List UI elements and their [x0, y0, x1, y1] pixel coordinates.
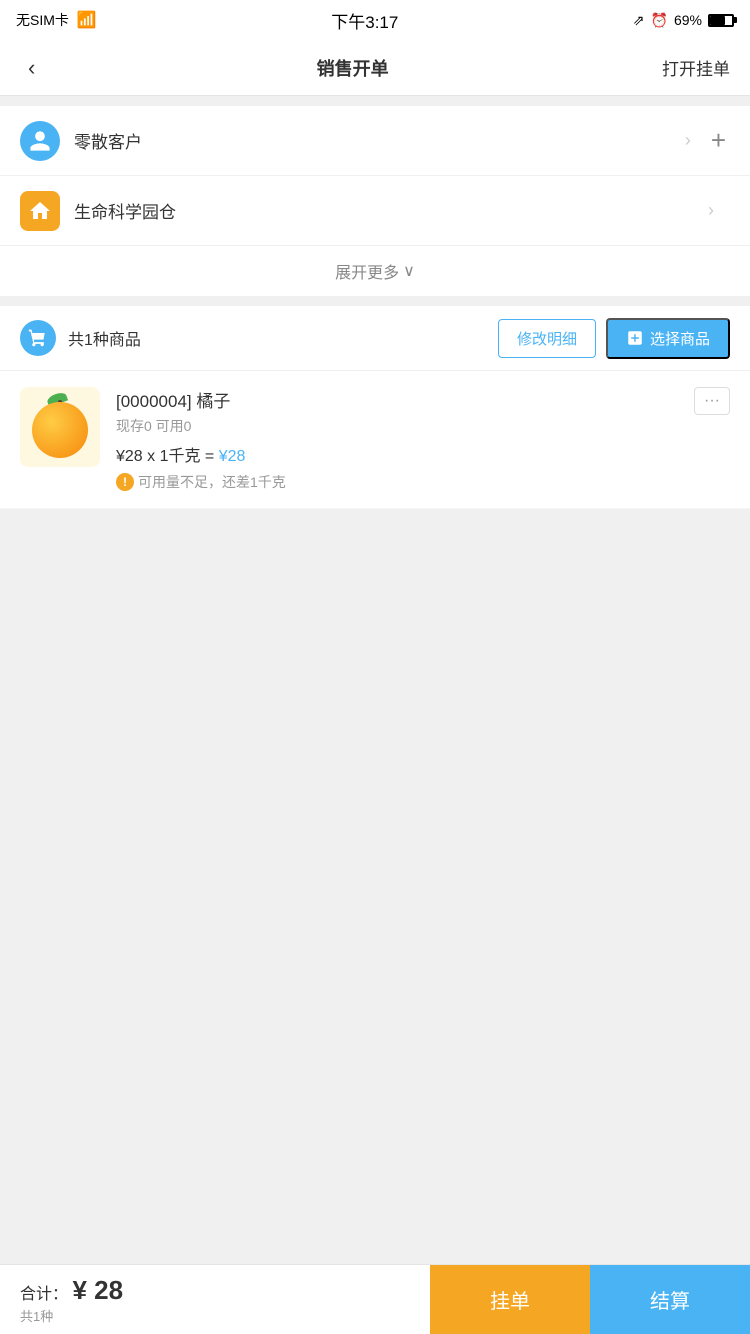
nav-bar: ‹ 销售开单 打开挂单: [0, 40, 750, 96]
product-name: [0000004] 橘子: [116, 387, 678, 412]
product-stock: 现存0 可用0: [116, 416, 678, 436]
product-item: [0000004] 橘子 现存0 可用0 ¥28 x 1千克 = ¥28 ! 可…: [0, 371, 750, 509]
select-product-icon: [626, 329, 644, 347]
open-hang-button[interactable]: 打开挂单: [662, 55, 730, 80]
customer-name: 零散客户: [74, 128, 685, 153]
product-warning: ! 可用量不足，还差1千克: [116, 472, 678, 492]
customer-avatar: [20, 121, 60, 161]
warehouse-section: 生命科学园仓 ›: [0, 176, 750, 246]
alarm-icon: ⏰: [651, 12, 668, 29]
total-label: 合计：: [20, 1286, 68, 1303]
warning-text: 可用量不足，还差1千克: [138, 472, 286, 492]
select-product-label: 选择商品: [650, 328, 710, 349]
wifi-icon: 📶: [77, 10, 97, 30]
customer-row[interactable]: 零散客户 › +: [0, 106, 750, 176]
cart-icon: [28, 328, 48, 348]
top-divider: [0, 96, 750, 106]
more-dots-icon: ···: [704, 392, 720, 410]
status-right: ⇗ ⏰ 69%: [633, 12, 734, 29]
add-customer-button[interactable]: +: [707, 125, 730, 156]
total-row: 合计： ¥ 28: [20, 1275, 410, 1306]
status-left: 无SIM卡 📶: [16, 10, 97, 30]
battery-icon: [708, 14, 734, 27]
orange-image: [25, 392, 95, 462]
product-more-button[interactable]: ···: [694, 387, 730, 415]
product-section-header: 共1种商品 修改明细 选择商品: [0, 306, 750, 371]
checkout-label: 结算: [650, 1285, 690, 1314]
back-button[interactable]: ‹: [20, 47, 43, 89]
expand-chevron-icon: ∨: [403, 261, 415, 281]
location-icon: ⇗: [633, 12, 645, 29]
product-count-icon: [20, 320, 56, 356]
customer-arrow-icon: ›: [685, 130, 691, 151]
middle-divider: [0, 296, 750, 306]
total-count: 共1种: [20, 1306, 410, 1325]
warehouse-row[interactable]: 生命科学园仓 ›: [0, 176, 750, 246]
hang-label: 挂单: [490, 1285, 530, 1314]
warehouse-name: 生命科学园仓: [74, 198, 708, 223]
warehouse-arrow-icon: ›: [708, 200, 714, 221]
carrier-text: 无SIM卡: [16, 10, 69, 30]
hang-button[interactable]: 挂单: [430, 1265, 590, 1334]
warehouse-avatar: [20, 191, 60, 231]
checkout-button[interactable]: 结算: [590, 1265, 750, 1334]
select-product-button[interactable]: 选择商品: [606, 318, 730, 359]
product-name-text: 橘子: [196, 392, 230, 411]
product-price-text: ¥28 x 1千克 =: [116, 448, 219, 465]
product-code: [0000004]: [116, 392, 196, 411]
customer-avatar-icon: [28, 129, 52, 153]
expand-more-button[interactable]: 展开更多 ∨: [0, 246, 750, 296]
warning-icon: !: [116, 473, 134, 491]
status-time: 下午3:17: [331, 8, 398, 33]
warehouse-icon: [28, 199, 52, 223]
expand-more-label: 展开更多: [335, 259, 399, 283]
product-image: [20, 387, 100, 467]
total-area: 合计： ¥ 28 共1种: [0, 1275, 430, 1325]
product-price-row: ¥28 x 1千克 = ¥28: [116, 442, 678, 466]
bottom-bar: 合计： ¥ 28 共1种 挂单 结算: [0, 1264, 750, 1334]
battery-fill: [710, 16, 725, 25]
battery-percent: 69%: [674, 12, 702, 28]
content-background: [0, 509, 750, 1009]
product-info: [0000004] 橘子 现存0 可用0 ¥28 x 1千克 = ¥28 ! 可…: [116, 387, 678, 492]
product-total-price: ¥28: [219, 448, 246, 465]
page-title: 销售开单: [317, 55, 389, 81]
edit-detail-button[interactable]: 修改明细: [498, 319, 596, 358]
total-amount: ¥ 28: [72, 1275, 123, 1305]
status-bar: 无SIM卡 📶 下午3:17 ⇗ ⏰ 69%: [0, 0, 750, 40]
customer-section: 零散客户 › +: [0, 106, 750, 176]
product-count-text: 共1种商品: [68, 326, 498, 350]
orange-body: [32, 402, 88, 458]
